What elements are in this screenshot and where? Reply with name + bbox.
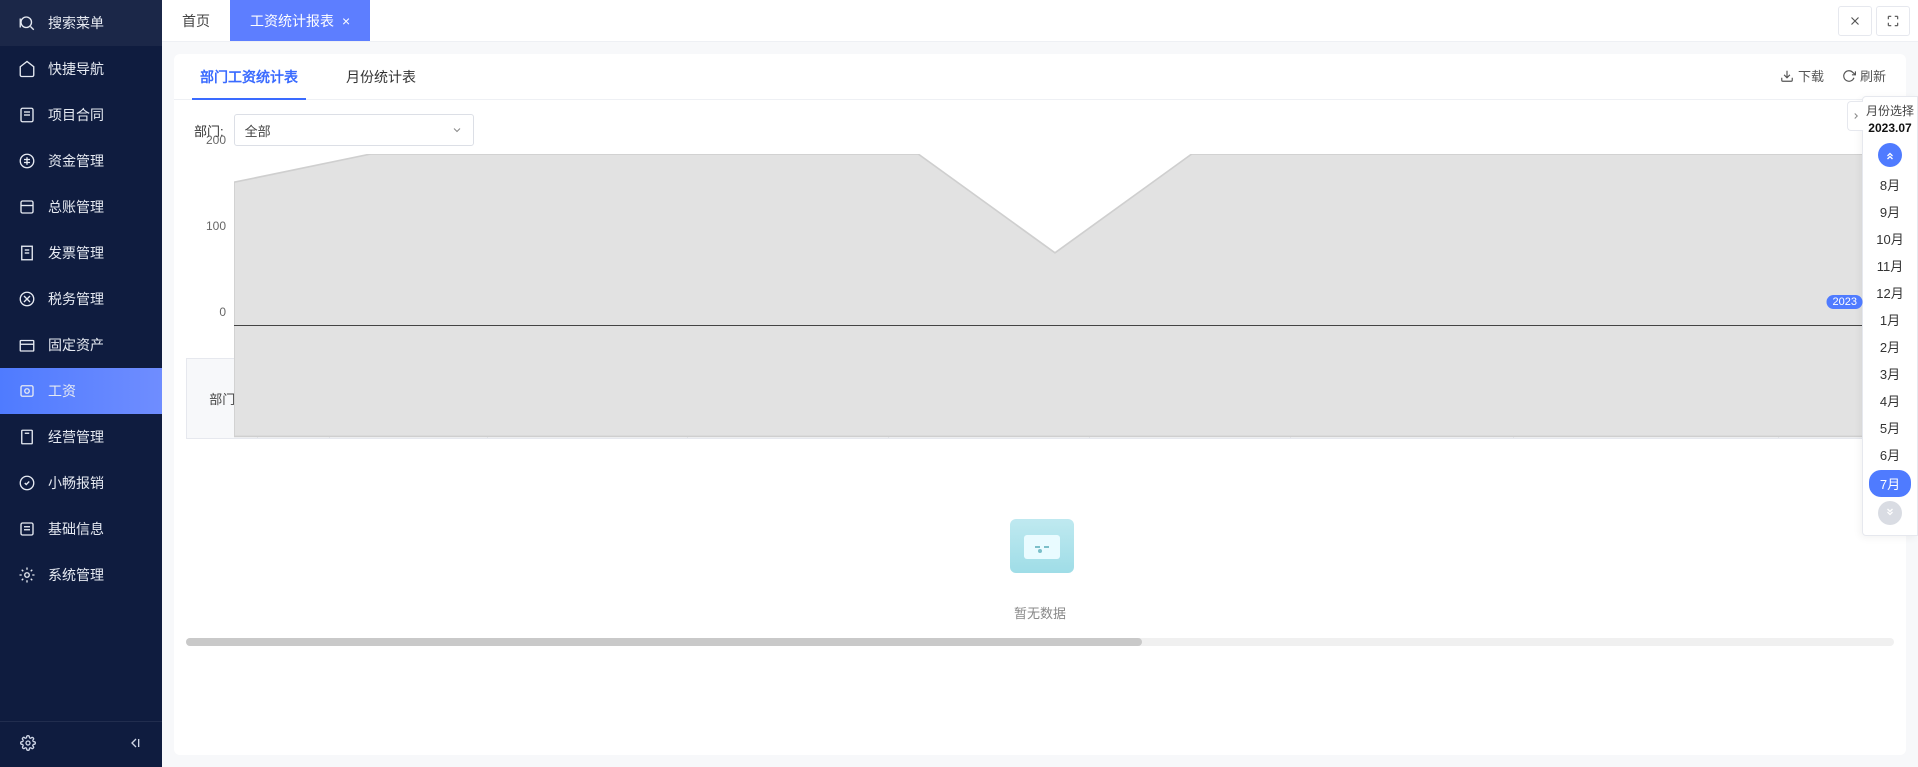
month-option[interactable]: 10月 xyxy=(1863,225,1917,252)
tab-label: 首页 xyxy=(182,11,210,31)
salary-icon xyxy=(18,382,36,400)
system-icon xyxy=(18,566,36,584)
sidebar: 搜索菜单快捷导航项目合同资金管理总账管理发票管理税务管理固定资产工资经营管理小畅… xyxy=(0,0,162,767)
sidebar-item-reimburse[interactable]: 小畅报销 xyxy=(0,460,162,506)
filter-row: 部门: 全部 xyxy=(174,100,1906,154)
year-badge: 2023 xyxy=(1827,295,1863,309)
download-button[interactable]: 下载 xyxy=(1780,66,1824,85)
month-option[interactable]: 2月 xyxy=(1863,333,1917,360)
search-icon xyxy=(18,14,36,32)
close-all-tabs-button[interactable] xyxy=(1838,6,1872,36)
month-picker: 月份选择 2023.07 8月9月10月11月12月20231月2月3月4月5月… xyxy=(1862,96,1918,536)
month-option[interactable]: 6月 xyxy=(1863,441,1917,468)
sidebar-footer xyxy=(0,721,162,767)
sidebar-item-label: 固定资产 xyxy=(48,335,104,355)
month-picker-title: 月份选择 xyxy=(1865,103,1915,120)
month-option[interactable]: 8月 xyxy=(1863,171,1917,198)
sidebar-item-money[interactable]: 资金管理 xyxy=(0,138,162,184)
y-tick: 200 xyxy=(192,133,226,147)
subtabs: 部门工资统计表月份统计表 下载 刷新 xyxy=(174,54,1906,100)
settings-icon[interactable] xyxy=(20,735,36,754)
month-option[interactable]: 3月 xyxy=(1863,360,1917,387)
sidebar-item-salary[interactable]: 工资 xyxy=(0,368,162,414)
horizontal-scrollbar[interactable] xyxy=(186,638,1894,646)
sidebar-item-contract[interactable]: 项目合同 xyxy=(0,92,162,138)
page-card: 部门工资统计表月份统计表 下载 刷新 部门: 全部 0100200 部门人数应发… xyxy=(174,54,1906,755)
ledger-icon xyxy=(18,198,36,216)
month-option[interactable]: 1月 xyxy=(1863,306,1917,333)
month-down-button[interactable] xyxy=(1878,501,1902,525)
empty-icon xyxy=(980,479,1100,589)
month-up-button[interactable] xyxy=(1878,143,1902,167)
reimburse-icon xyxy=(18,474,36,492)
empty-state: 暂无数据 xyxy=(174,439,1906,632)
sidebar-item-label: 总账管理 xyxy=(48,197,104,217)
sidebar-item-label: 项目合同 xyxy=(48,105,104,125)
sidebar-item-label: 工资 xyxy=(48,381,76,401)
main: 首页 工资统计报表 × 部门工资统计表月份统计表 下载 刷新 部门: 全部 0 100… xyxy=(162,0,1918,767)
close-icon[interactable]: × xyxy=(342,14,350,28)
month-option[interactable]: 12月2023 xyxy=(1863,279,1917,306)
chart: 0100200 xyxy=(174,154,1906,344)
collapse-icon[interactable] xyxy=(126,735,142,754)
department-select[interactable]: 全部 xyxy=(234,114,474,146)
tab[interactable]: 工资统计报表 × xyxy=(230,0,370,41)
sidebar-item-tax[interactable]: 税务管理 xyxy=(0,276,162,322)
month-option[interactable]: 5月 xyxy=(1863,414,1917,441)
tab[interactable]: 首页 xyxy=(162,0,230,41)
month-option[interactable]: 4月 xyxy=(1863,387,1917,414)
refresh-button[interactable]: 刷新 xyxy=(1842,66,1886,85)
sidebar-item-label: 搜索菜单 xyxy=(48,13,104,33)
baseinfo-icon xyxy=(18,520,36,538)
sidebar-item-label: 发票管理 xyxy=(48,243,104,263)
sidebar-item-business[interactable]: 经营管理 xyxy=(0,414,162,460)
fullscreen-button[interactable] xyxy=(1876,6,1910,36)
sidebar-item-search[interactable]: 搜索菜单 xyxy=(0,0,162,46)
month-picker-toggle[interactable] xyxy=(1847,101,1863,131)
home-icon xyxy=(18,60,36,78)
month-picker-current: 2023.07 xyxy=(1865,120,1915,137)
tab-label: 工资统计报表 xyxy=(250,11,334,31)
sidebar-item-baseinfo[interactable]: 基础信息 xyxy=(0,506,162,552)
business-icon xyxy=(18,428,36,446)
sidebar-item-asset[interactable]: 固定资产 xyxy=(0,322,162,368)
invoice-icon xyxy=(18,244,36,262)
sidebar-item-invoice[interactable]: 发票管理 xyxy=(0,230,162,276)
month-option[interactable]: 11月 xyxy=(1863,252,1917,279)
sidebar-item-label: 基础信息 xyxy=(48,519,104,539)
sidebar-item-label: 小畅报销 xyxy=(48,473,104,493)
money-icon xyxy=(18,152,36,170)
subtab[interactable]: 部门工资统计表 xyxy=(192,67,306,99)
sidebar-item-label: 税务管理 xyxy=(48,289,104,309)
sidebar-item-label: 系统管理 xyxy=(48,565,104,585)
sidebar-item-label: 资金管理 xyxy=(48,151,104,171)
sidebar-item-home[interactable]: 快捷导航 xyxy=(0,46,162,92)
y-tick: 100 xyxy=(192,219,226,233)
sidebar-item-ledger[interactable]: 总账管理 xyxy=(0,184,162,230)
sidebar-item-system[interactable]: 系统管理 xyxy=(0,552,162,598)
tabbar: 首页 工资统计报表 × xyxy=(162,0,1918,42)
tax-icon xyxy=(18,290,36,308)
month-option[interactable]: 7月 xyxy=(1869,470,1911,497)
sidebar-item-label: 快捷导航 xyxy=(48,59,104,79)
sidebar-item-label: 经营管理 xyxy=(48,427,104,447)
subtab[interactable]: 月份统计表 xyxy=(338,67,424,99)
month-option[interactable]: 9月 xyxy=(1863,198,1917,225)
y-tick: 0 xyxy=(192,305,226,319)
asset-icon xyxy=(18,336,36,354)
contract-icon xyxy=(18,106,36,124)
